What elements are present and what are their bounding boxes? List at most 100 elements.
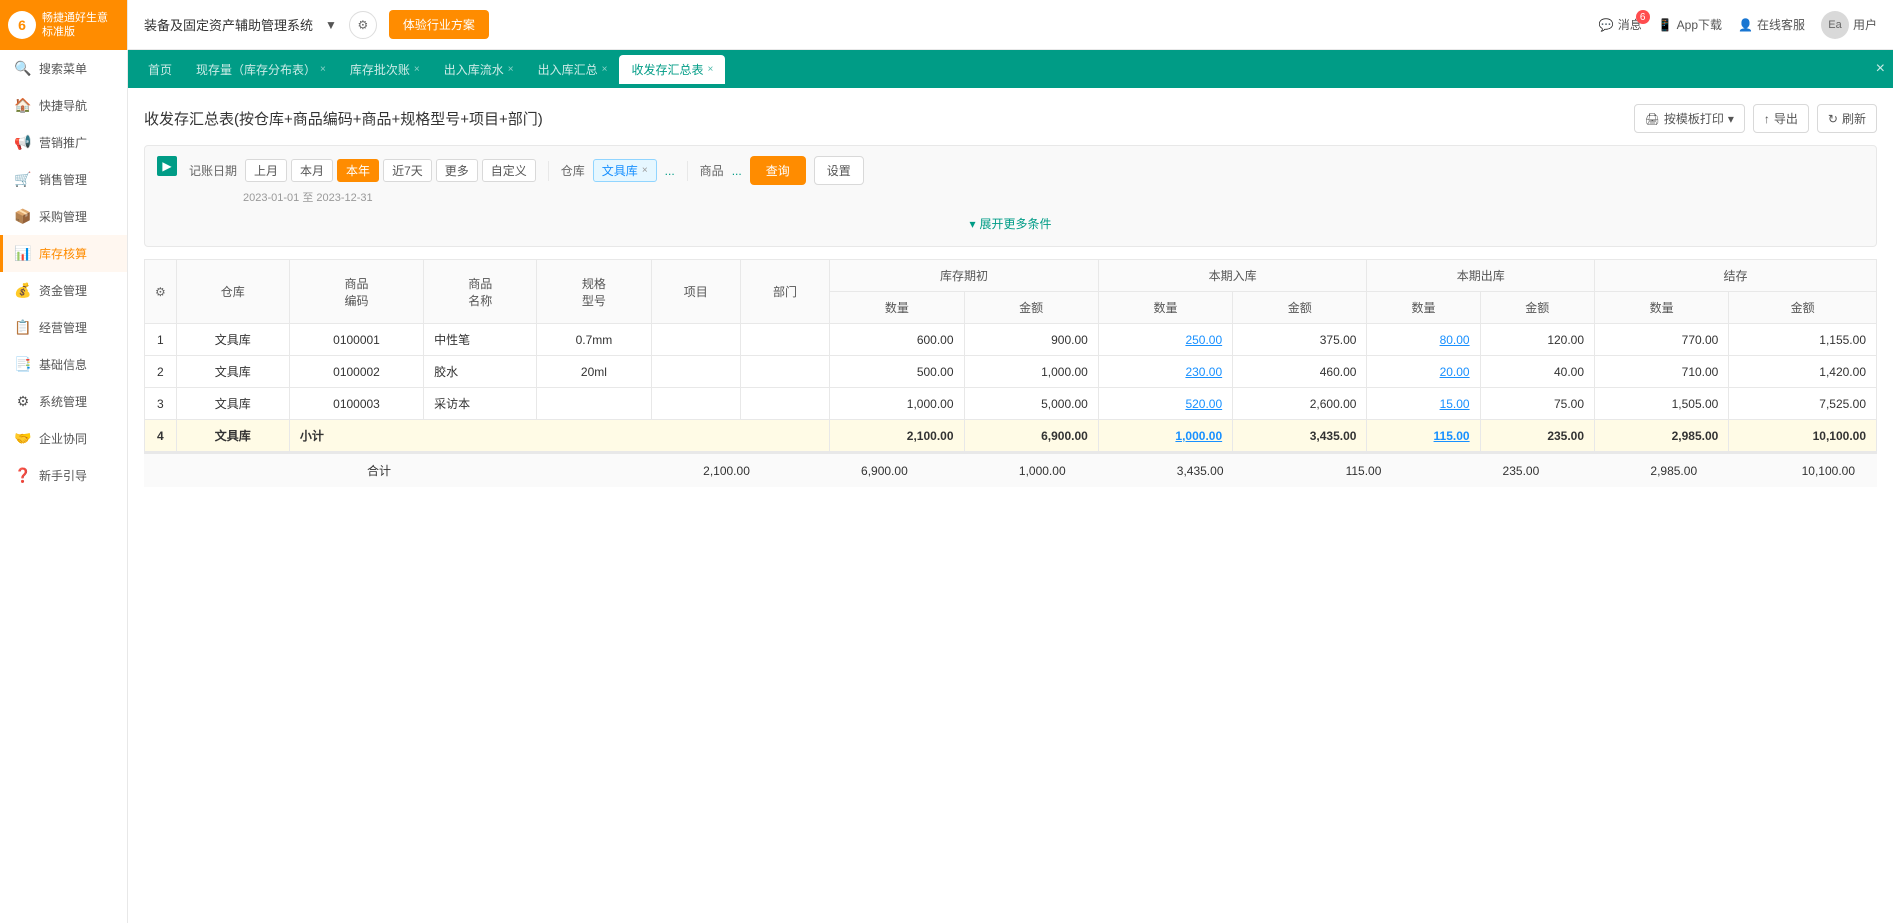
opening-qty-header: 数量: [830, 292, 964, 324]
product-label: 商品: [700, 162, 724, 179]
row-balance-amount: 1,155.00: [1729, 324, 1877, 356]
system-dropdown[interactable]: ▼: [325, 18, 337, 32]
date-btn-更多[interactable]: 更多: [436, 159, 478, 182]
page-content: 收发存汇总表(按仓库+商品编码+商品+规格型号+项目+部门) 🖨 按模板打印 ▾…: [128, 88, 1893, 923]
chevron-down-icon: ▾: [1728, 112, 1734, 126]
total-out-qty: 115.00: [1236, 464, 1394, 478]
row-in-qty[interactable]: 230.00: [1098, 356, 1232, 388]
sidebar-item-operations[interactable]: 📋经营管理: [0, 309, 127, 346]
sidebar-item-enterprise[interactable]: 🤝企业协同: [0, 420, 127, 457]
sidebar-item-finance[interactable]: 💰资金管理: [0, 272, 127, 309]
sidebar-label-finance: 资金管理: [39, 282, 87, 299]
sidebar-item-guide[interactable]: ❓新手引导: [0, 457, 127, 494]
topbar-left: 装备及固定资产辅助管理系统 ▼ ⚙ 体验行业方案: [144, 10, 489, 39]
date-btn-上月[interactable]: 上月: [245, 159, 287, 182]
table-row: 1 文具库 0100001 中性笔 0.7mm 600.00 900.00 25…: [145, 324, 1877, 356]
row-product-spec: 0.7mm: [537, 324, 651, 356]
tab-收发存汇总表[interactable]: 收发存汇总表×: [619, 55, 725, 84]
export-btn[interactable]: ↑ 导出: [1753, 104, 1809, 133]
row-product-spec: 20ml: [537, 356, 651, 388]
row-opening-amount: 5,000.00: [964, 388, 1098, 420]
sidebar-item-search[interactable]: 🔍搜索菜单: [0, 50, 127, 87]
tab-label: 首页: [148, 61, 172, 78]
sidebar-item-inventory[interactable]: 📊库存核算: [0, 235, 127, 272]
row-product-name: 中性笔: [424, 324, 537, 356]
sidebar-label-basic-info: 基础信息: [39, 356, 87, 373]
date-btn-本月[interactable]: 本月: [291, 159, 333, 182]
sidebar-item-marketing[interactable]: 📢营销推广: [0, 124, 127, 161]
trial-button[interactable]: 体验行业方案: [389, 10, 489, 39]
online-service-btn[interactable]: 👤 在线客服: [1738, 16, 1805, 33]
row-in-amount: 375.00: [1233, 324, 1367, 356]
date-btn-自定义[interactable]: 自定义: [482, 159, 536, 182]
refresh-btn[interactable]: ↻ 刷新: [1817, 104, 1877, 133]
sidebar-item-purchase[interactable]: 📦采购管理: [0, 198, 127, 235]
logo-icon: 6: [8, 11, 36, 39]
total-in-qty: 1,000.00: [920, 464, 1078, 478]
app-download-btn[interactable]: 📱 App下载: [1658, 16, 1722, 33]
sales-icon: 🛒: [15, 172, 31, 188]
filter-section: ▶ 记账日期 上月本月本年近7天更多自定义 仓库 文具库 ×: [157, 156, 864, 205]
sidebar-item-quick-nav[interactable]: 🏠快捷导航: [0, 87, 127, 124]
total-opening-amount: 6,900.00: [762, 464, 920, 478]
tab-label: 现存量（库存分布表）: [196, 61, 316, 78]
settings-icon[interactable]: ⚙: [349, 11, 377, 39]
row-out-qty[interactable]: 80.00: [1367, 324, 1480, 356]
out-amount-header: 金额: [1480, 292, 1594, 324]
in-amount-header: 金额: [1233, 292, 1367, 324]
collapse-toggle[interactable]: ▶: [157, 156, 177, 176]
row-in-qty[interactable]: 250.00: [1098, 324, 1232, 356]
subtotal-opening-qty: 2,100.00: [830, 420, 964, 452]
date-btn-本年[interactable]: 本年: [337, 159, 379, 182]
row-in-qty[interactable]: 520.00: [1098, 388, 1232, 420]
print-btn[interactable]: 🖨 按模板打印 ▾: [1634, 104, 1745, 133]
tab-出入库汇总[interactable]: 出入库汇总 ×: [526, 55, 620, 84]
tab-close-icon[interactable]: ×: [508, 64, 514, 75]
out-qty-header: 数量: [1367, 292, 1480, 324]
sidebar-item-basic-info[interactable]: 📑基础信息: [0, 346, 127, 383]
page-inner: 收发存汇总表(按仓库+商品编码+商品+规格型号+项目+部门) 🖨 按模板打印 ▾…: [128, 88, 1893, 923]
project-col-header: 项目: [651, 260, 740, 324]
query-button[interactable]: 查询: [750, 156, 806, 185]
subtotal-in-qty[interactable]: 1,000.00: [1098, 420, 1232, 452]
messages-btn[interactable]: 💬 消息 6: [1599, 16, 1642, 33]
row-project: [651, 324, 740, 356]
date-btn-近7天[interactable]: 近7天: [383, 159, 432, 182]
filter-row-1: ▶ 记账日期 上月本月本年近7天更多自定义 仓库 文具库 ×: [157, 156, 1864, 205]
row-out-qty[interactable]: 15.00: [1367, 388, 1480, 420]
tab-close-icon[interactable]: ×: [414, 64, 420, 75]
expand-more-btn[interactable]: ▾ 展开更多条件: [969, 211, 1051, 236]
row-opening-amount: 1,000.00: [964, 356, 1098, 388]
subtotal-out-qty[interactable]: 115.00: [1367, 420, 1480, 452]
user-avatar: Ea: [1821, 11, 1849, 39]
subtotal-balance-amount: 10,100.00: [1729, 420, 1877, 452]
balance-amount-header: 金额: [1729, 292, 1877, 324]
tab-现存量（库存分布表）[interactable]: 现存量（库存分布表） ×: [184, 55, 338, 84]
tab-close-icon[interactable]: ×: [320, 64, 326, 75]
tab-close-icon[interactable]: ×: [602, 64, 608, 75]
sidebar-item-system[interactable]: ⚙系统管理: [0, 383, 127, 420]
warehouse-tag-close[interactable]: ×: [642, 165, 648, 176]
sidebar-item-sales[interactable]: 🛒 销售管理: [0, 161, 127, 198]
tabbar-close-all[interactable]: ×: [1876, 60, 1885, 78]
row-opening-qty: 500.00: [830, 356, 964, 388]
row-department: [740, 356, 829, 388]
product-more[interactable]: ...: [732, 164, 742, 178]
column-settings-icon[interactable]: ⚙: [155, 285, 166, 299]
row-out-qty[interactable]: 20.00: [1367, 356, 1480, 388]
balance-group-header: 结存: [1595, 260, 1877, 292]
guide-icon: ❓: [15, 468, 31, 484]
set-button[interactable]: 设置: [814, 156, 864, 185]
sidebar-label-system: 系统管理: [39, 393, 87, 410]
tab-首页[interactable]: 首页: [136, 55, 184, 84]
tab-库存批次账[interactable]: 库存批次账×: [338, 55, 432, 84]
warehouse-more[interactable]: ...: [665, 164, 675, 178]
sidebar-label-sales: 销售管理: [39, 171, 87, 188]
tab-出入库流水[interactable]: 出入库流水×: [432, 55, 526, 84]
phone-icon: 📱: [1658, 18, 1673, 32]
tab-close-icon[interactable]: ×: [707, 64, 713, 75]
user-btn[interactable]: Ea 用户: [1821, 11, 1877, 39]
tab-label: 出入库汇总: [538, 61, 598, 78]
warehouse-tag[interactable]: 文具库 ×: [593, 159, 657, 182]
row-balance-qty: 770.00: [1595, 324, 1729, 356]
